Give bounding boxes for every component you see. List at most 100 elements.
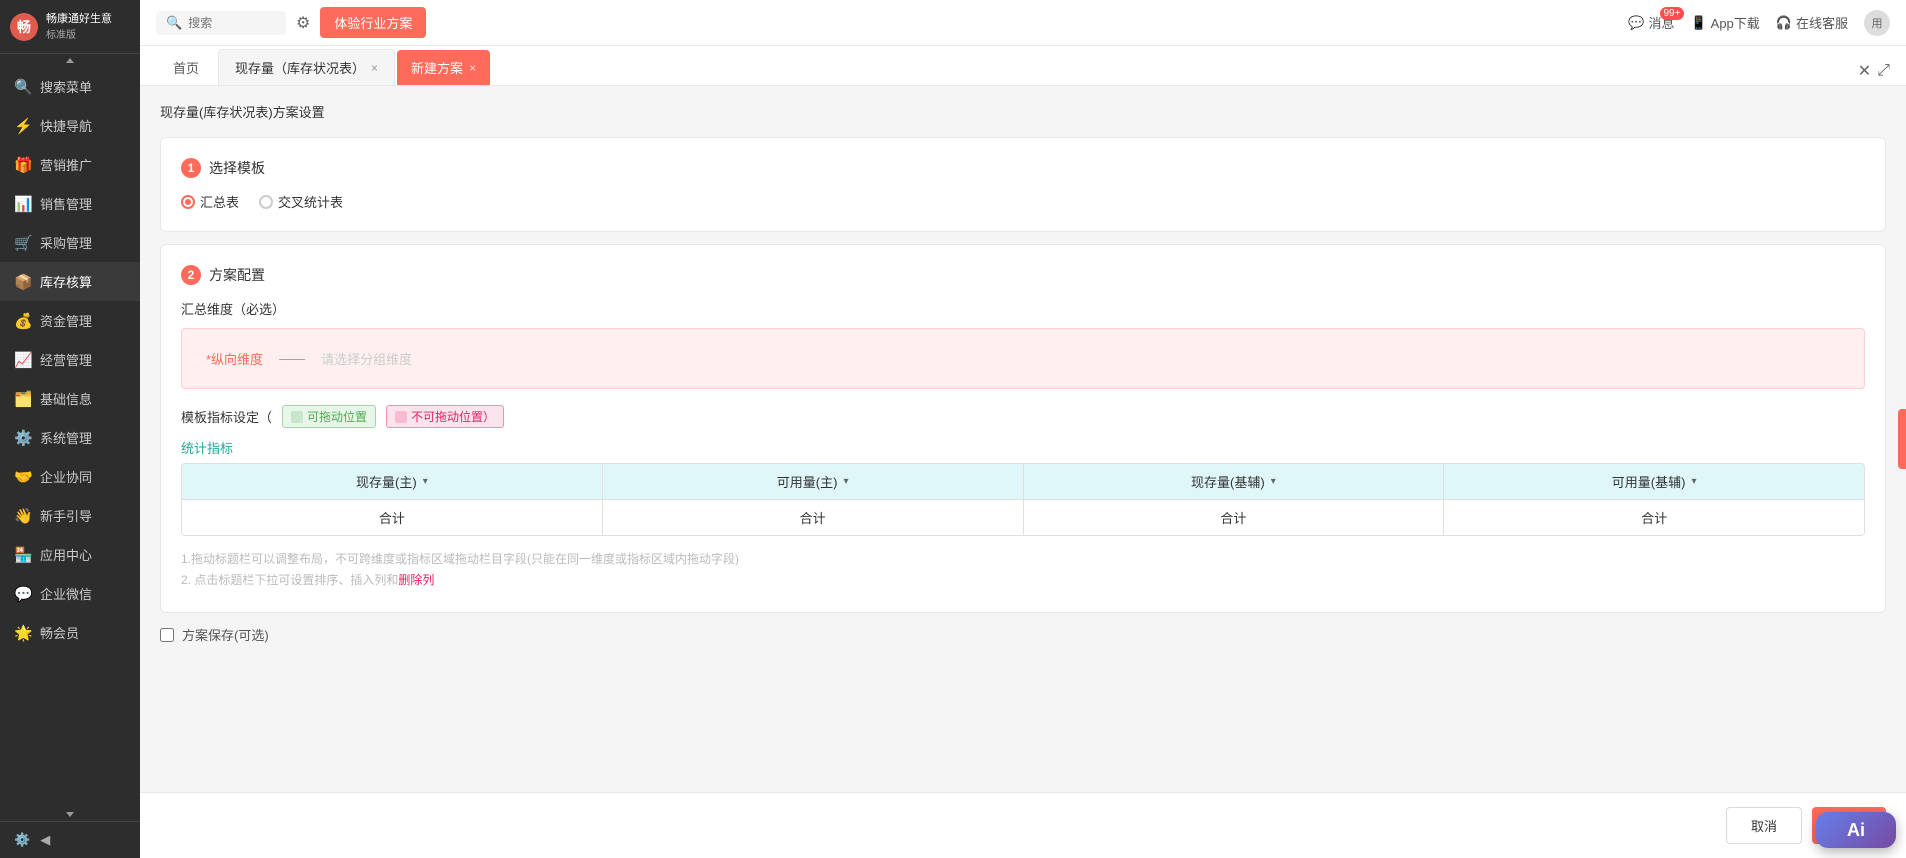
dimension-divider: —— bbox=[279, 351, 305, 366]
sidebar-item-purchase[interactable]: 🛒 采购管理 bbox=[0, 223, 140, 262]
topbar-left: 🔍 ⚙ 体验行业方案 bbox=[156, 7, 426, 38]
scroll-down-button[interactable] bbox=[66, 812, 74, 817]
section1-title: 选择模板 bbox=[209, 158, 265, 178]
search-input[interactable] bbox=[188, 16, 278, 30]
non-draggable-label: 不可拖动位置） bbox=[411, 408, 495, 425]
col-chevron-1[interactable]: ▾ bbox=[843, 476, 848, 487]
tips-section: 1.拖动标题栏可以调整布局，不可跨维度或指标区域拖动栏目字段(只能在同一维度或指… bbox=[181, 550, 1865, 588]
sidebar-item-system[interactable]: ⚙️ 系统管理 bbox=[0, 418, 140, 457]
gear-icon[interactable]: ⚙ bbox=[296, 13, 310, 33]
service-label: 在线客服 bbox=[1796, 13, 1848, 32]
sidebar-item-label: 畅会员 bbox=[40, 623, 79, 642]
sidebar-item-member[interactable]: 🌟 畅会员 bbox=[0, 613, 140, 652]
tip-2: 2. 点击标题栏下拉可设置排序、插入列和删除列 bbox=[181, 571, 1865, 588]
tab-new-close[interactable]: × bbox=[469, 61, 476, 75]
radio-huizong[interactable]: 汇总表 bbox=[181, 192, 239, 211]
col-header-3: 可用量(基辅) ▾ bbox=[1444, 464, 1864, 499]
sidebar-item-management[interactable]: 📈 经营管理 bbox=[0, 340, 140, 379]
ai-float-button[interactable]: Ai bbox=[1816, 812, 1896, 848]
sidebar-item-sales[interactable]: 📊 销售管理 bbox=[0, 184, 140, 223]
section1-header: 1 选择模板 bbox=[181, 158, 1865, 178]
radio-huizong-label: 汇总表 bbox=[200, 192, 239, 211]
non-draggable-tag: 不可拖动位置） bbox=[386, 405, 504, 428]
col-body-3: 合计 bbox=[1444, 499, 1864, 535]
col-label-2: 现存量(基辅) bbox=[1191, 472, 1265, 491]
stats-table: 现存量(主) ▾ 可用量(主) ▾ 现存量(基辅) ▾ 可用量(基辅) bbox=[181, 463, 1865, 536]
section2-num: 2 bbox=[181, 265, 201, 285]
main-area: 🔍 ⚙ 体验行业方案 💬 消息 99+ 📱 App下载 🎧 在线客服 用 bbox=[140, 0, 1906, 858]
user-avatar[interactable]: 用 bbox=[1864, 10, 1890, 36]
highlight-delete: 删除列 bbox=[398, 573, 434, 587]
mobile-icon: 📱 bbox=[1690, 15, 1706, 31]
sidebar-item-label: 新手引导 bbox=[40, 506, 92, 525]
tab-inventory-close[interactable]: × bbox=[371, 61, 378, 75]
radio-huizong-circle[interactable] bbox=[181, 195, 195, 209]
tab-home[interactable]: 首页 bbox=[156, 49, 216, 85]
col-body-2: 合计 bbox=[1024, 499, 1445, 535]
tabbar: 首页 现存量（库存状况表） × 新建方案 × ✕ ⤢ bbox=[140, 46, 1906, 86]
trial-button[interactable]: 体验行业方案 bbox=[320, 7, 426, 38]
col-body-1: 合计 bbox=[603, 499, 1024, 535]
col-header-2: 现存量(基辅) ▾ bbox=[1024, 464, 1445, 499]
panel-expand-button[interactable]: ⤢ bbox=[1877, 62, 1890, 80]
sidebar-item-inventory[interactable]: 📦 库存核算 bbox=[0, 262, 140, 301]
page-title: 现存量(库存状况表)方案设置 bbox=[160, 102, 1886, 121]
tab-inventory[interactable]: 现存量（库存状况表） × bbox=[218, 49, 395, 85]
sidebar-item-label: 系统管理 bbox=[40, 428, 92, 447]
basic-info-icon: 🗂️ bbox=[14, 390, 32, 408]
tab-new-scheme[interactable]: 新建方案 × bbox=[397, 50, 490, 85]
tip-1: 1.拖动标题栏可以调整布局，不可跨维度或指标区域拖动栏目字段(只能在同一维度或指… bbox=[181, 550, 1865, 567]
col-header-0: 现存量(主) ▾ bbox=[182, 464, 603, 499]
radio-jiaochai[interactable]: 交叉统计表 bbox=[259, 192, 343, 211]
dimension-placeholder[interactable]: 请选择分组维度 bbox=[321, 349, 412, 368]
sidebar-item-newbie[interactable]: 👋 新手引导 bbox=[0, 496, 140, 535]
sidebar-item-label: 基础信息 bbox=[40, 389, 92, 408]
system-icon: ⚙️ bbox=[14, 429, 32, 447]
dimension-zone: *纵向维度 —— 请选择分组维度 bbox=[181, 328, 1865, 389]
search-icon: 🔍 bbox=[166, 15, 182, 31]
col-header-1: 可用量(主) ▾ bbox=[603, 464, 1024, 499]
scroll-up-button[interactable] bbox=[66, 58, 74, 63]
finance-icon: 💰 bbox=[14, 312, 32, 330]
sidebar-item-label: 经营管理 bbox=[40, 350, 92, 369]
sidebar: 畅 畅康通好生意 标准版 🔍 搜索菜单 ⚡ 快捷导航 🎁 营销推广 📊 销售管理… bbox=[0, 0, 140, 858]
sidebar-item-appstore[interactable]: 🏪 应用中心 bbox=[0, 535, 140, 574]
sidebar-item-enterprise[interactable]: 🤝 企业协同 bbox=[0, 457, 140, 496]
quicknav-icon: ⚡ bbox=[14, 117, 32, 135]
settings-icon[interactable]: ⚙️ bbox=[14, 832, 30, 848]
sidebar-item-basic-info[interactable]: 🗂️ 基础信息 bbox=[0, 379, 140, 418]
sidebar-item-label: 营销推广 bbox=[40, 155, 92, 174]
col-chevron-0[interactable]: ▾ bbox=[423, 476, 428, 487]
sidebar-bottom: ⚙️ ◀ bbox=[0, 821, 140, 858]
sidebar-item-quicknav[interactable]: ⚡ 快捷导航 bbox=[0, 106, 140, 145]
search-box[interactable]: 🔍 bbox=[156, 11, 286, 35]
col-chevron-2[interactable]: ▾ bbox=[1271, 476, 1276, 487]
sidebar-item-label: 销售管理 bbox=[40, 194, 92, 213]
save-label: 方案保存(可选) bbox=[182, 625, 269, 644]
purchase-icon: 🛒 bbox=[14, 234, 32, 252]
message-button[interactable]: 💬 消息 99+ bbox=[1628, 13, 1674, 32]
save-checkbox[interactable] bbox=[160, 628, 174, 642]
section1-num: 1 bbox=[181, 158, 201, 178]
col-body-0: 合计 bbox=[182, 499, 603, 535]
col-label-3: 可用量(基辅) bbox=[1612, 472, 1686, 491]
sidebar-item-label: 库存核算 bbox=[40, 272, 92, 291]
collapse-icon[interactable]: ◀ bbox=[40, 832, 50, 848]
app-download-button[interactable]: 📱 App下载 bbox=[1690, 13, 1759, 32]
panel-close-button[interactable]: ✕ bbox=[1858, 61, 1871, 81]
radio-jiaochai-circle[interactable] bbox=[259, 195, 273, 209]
sidebar-item-marketing[interactable]: 🎁 营销推广 bbox=[0, 145, 140, 184]
sidebar-item-wechat[interactable]: 💬 企业微信 bbox=[0, 574, 140, 613]
avatar-icon: 用 bbox=[1864, 10, 1890, 36]
sidebar-item-label: 企业微信 bbox=[40, 584, 92, 603]
topbar: 🔍 ⚙ 体验行业方案 💬 消息 99+ 📱 App下载 🎧 在线客服 用 bbox=[140, 0, 1906, 46]
draggable-tag: 可拖动位置 bbox=[282, 405, 376, 428]
sidebar-item-search[interactable]: 🔍 搜索菜单 bbox=[0, 67, 140, 106]
col-chevron-3[interactable]: ▾ bbox=[1691, 476, 1696, 487]
cancel-button[interactable]: 取消 bbox=[1726, 807, 1802, 844]
appstore-icon: 🏪 bbox=[14, 546, 32, 564]
sidebar-item-finance[interactable]: 💰 资金管理 bbox=[0, 301, 140, 340]
stats-table-body: 合计 合计 合计 合计 bbox=[182, 499, 1864, 535]
online-service-button[interactable]: 🎧 在线客服 bbox=[1776, 13, 1848, 32]
section2-title: 方案配置 bbox=[209, 265, 265, 285]
